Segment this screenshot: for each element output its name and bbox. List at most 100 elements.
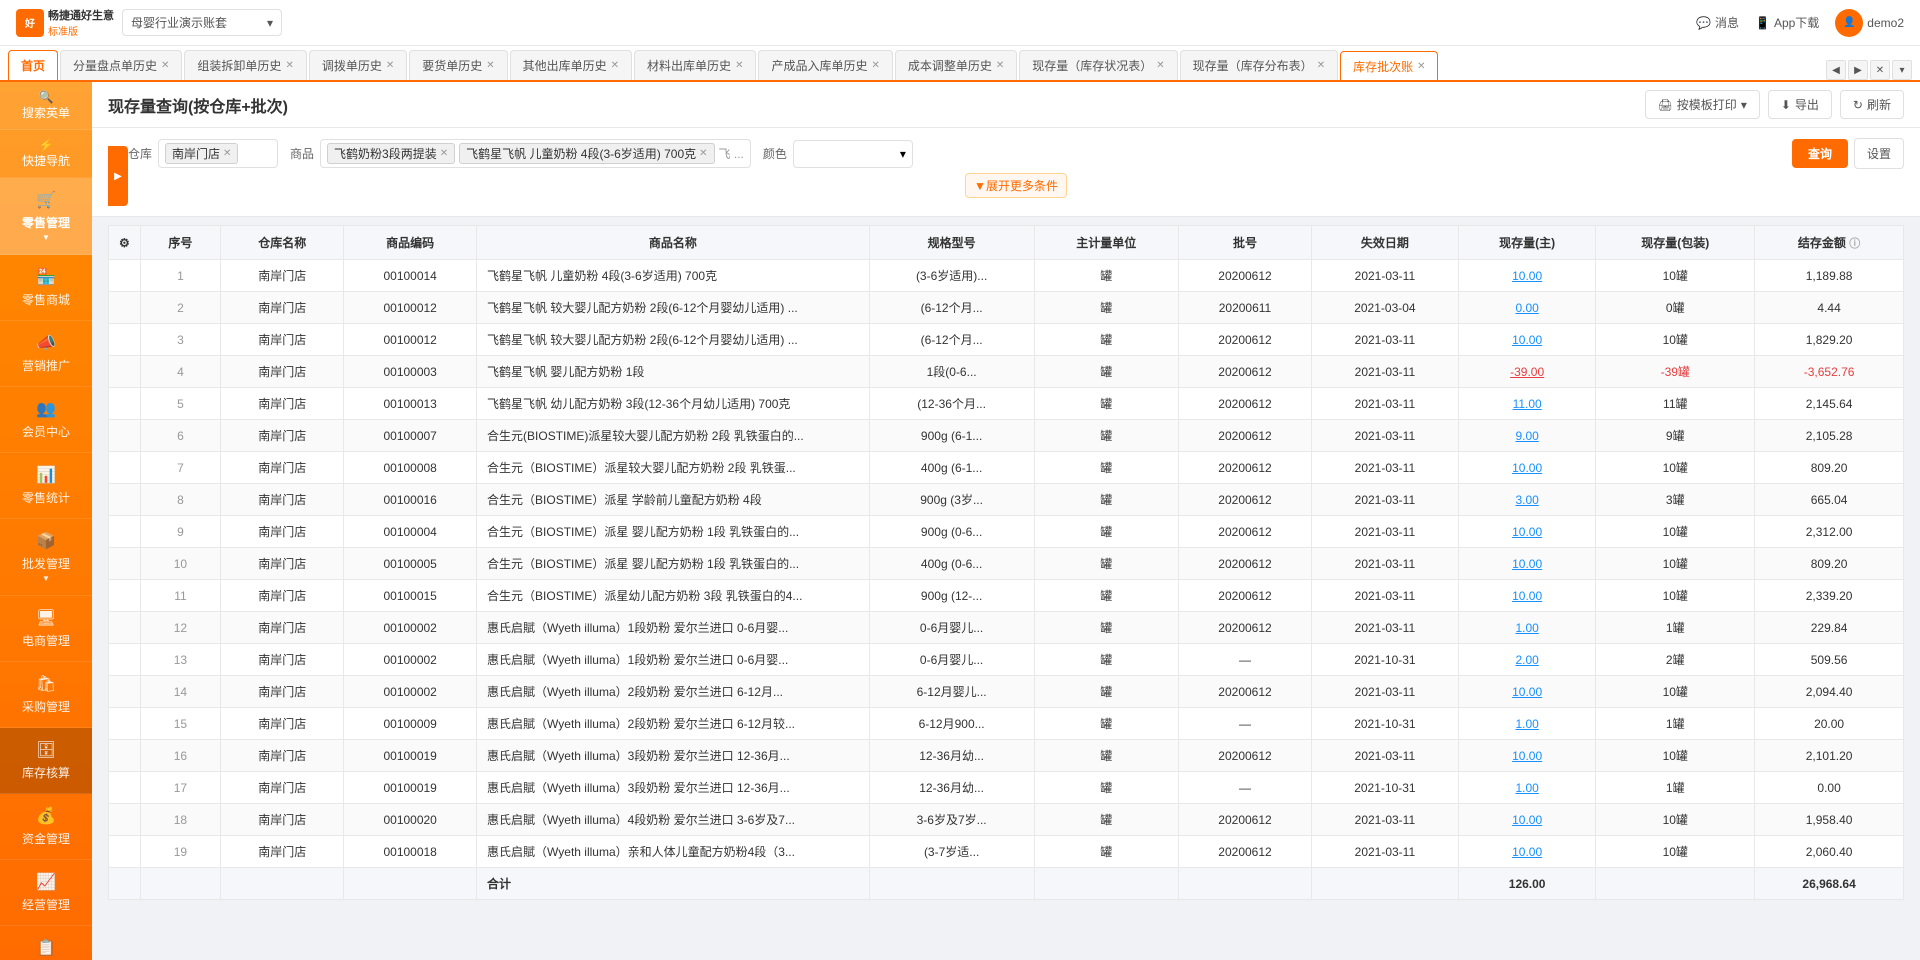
tab-partial-inventory[interactable]: 分量盘点单历史 ✕ [60,50,182,80]
footer-empty-7 [1179,868,1312,900]
tab-requisition[interactable]: 要货单历史 ✕ [409,50,507,80]
tab-close-icon[interactable]: ✕ [611,60,619,71]
industry-selector[interactable]: 母婴行业演示账套 ▾ [122,9,282,36]
cell-batch: — [1179,644,1312,676]
tab-product-in[interactable]: 产成品入库单历史 ✕ [758,50,892,80]
cell-stock-main[interactable]: 2.00 [1458,644,1595,676]
dropdown-arrow-icon: ▾ [1741,98,1747,112]
tab-close-all-btn[interactable]: ✕ [1870,60,1890,80]
sidebar-item-retail-stats[interactable]: 📊 零售统计 [0,453,92,519]
user-profile-btn[interactable]: 👤 demo2 [1835,9,1904,37]
cell-warehouse: 南岸门店 [221,644,344,676]
app-download-btn[interactable]: 📱 App下载 [1755,14,1819,31]
cell-stock-main[interactable]: 3.00 [1458,484,1595,516]
sidebar-item-ecommerce[interactable]: 🖥 电商管理 [0,596,92,662]
tab-inventory-dist[interactable]: 现存量（库存分布表） ✕ [1180,50,1338,80]
tab-close-icon[interactable]: ✕ [161,60,169,71]
tab-inventory-status[interactable]: 现存量（库存状况表） ✕ [1019,50,1177,80]
cell-stock-main[interactable]: 0.00 [1458,292,1595,324]
tab-menu-btn[interactable]: ▾ [1892,60,1912,80]
cell-code: 00100004 [344,516,477,548]
sidebar-item-marketing[interactable]: 📣 营销推广 [0,321,92,387]
cell-stock-main[interactable]: 9.00 [1458,420,1595,452]
cell-expire: 2021-03-11 [1311,388,1458,420]
cell-stock-main[interactable]: 1.00 [1458,772,1595,804]
filter-expand-sidebar-btn[interactable]: ▶ [108,146,128,206]
cell-code: 00100020 [344,804,477,836]
sidebar-item-inventory[interactable]: 🗄 库存核算 [0,728,92,794]
cell-num: 15 [140,708,220,740]
tab-disassemble[interactable]: 组装拆卸单历史 ✕ [184,50,306,80]
message-btn[interactable]: 💬 消息 [1696,14,1739,31]
product-filter: 商品 飞鹤奶粉3段两提装 ✕ 飞鹤星飞帆 儿童奶粉 4段(3-6岁适用) 700… [290,139,751,168]
cell-settings [109,420,141,452]
tab-close-icon[interactable]: ✕ [486,60,494,71]
tab-batch-account[interactable]: 库存批次账 ✕ [1340,51,1438,81]
tag-close-icon[interactable]: ✕ [699,148,707,159]
sidebar-item-wholesale[interactable]: 📦 批发管理 ▼ [0,519,92,596]
cell-balance: 2,339.20 [1755,580,1904,612]
cell-code: 00100012 [344,292,477,324]
cell-stock-main[interactable]: 10.00 [1458,676,1595,708]
color-select[interactable]: ▾ [793,140,913,168]
cell-balance: 2,060.40 [1755,836,1904,868]
export-btn[interactable]: ⬇ 导出 [1768,90,1832,119]
tab-close-icon[interactable]: ✕ [1417,61,1425,72]
refresh-btn[interactable]: ↻ 刷新 [1840,90,1904,119]
sidebar-search[interactable]: 🔍 搜索英单 [0,82,92,130]
product-tag-container[interactable]: 飞鹤奶粉3段两提装 ✕ 飞鹤星飞帆 儿童奶粉 4段(3-6岁适用) 700克 ✕… [320,139,751,168]
sidebar-item-finance[interactable]: 💰 资金管理 [0,794,92,860]
cell-balance: 1,189.88 [1755,260,1904,292]
setting-btn[interactable]: 设置 [1854,138,1904,169]
inventory-icon: 🗄 [36,740,56,760]
tab-close-icon[interactable]: ✕ [871,60,879,71]
expand-more-btn[interactable]: ▼ 展开更多条件 [965,173,1067,198]
tab-close-icon[interactable]: ✕ [1317,60,1325,71]
sidebar-item-basic[interactable]: 📋 基础信息 [0,926,92,960]
tag-close-icon[interactable]: ✕ [223,148,231,159]
col-settings[interactable]: ⚙ [109,226,141,260]
search-btn[interactable]: 查询 [1792,139,1848,168]
tab-close-icon[interactable]: ✕ [386,60,394,71]
cell-stock-main[interactable]: 1.00 [1458,708,1595,740]
sidebar-item-member[interactable]: 👥 会员中心 [0,387,92,453]
tab-material-out[interactable]: 材料出库单历史 ✕ [634,50,756,80]
tag-close-icon[interactable]: ✕ [440,148,448,159]
cell-name: 惠氏启賦（Wyeth illuma）1段奶粉 爱尔兰进口 0-6月婴... [477,612,870,644]
table-row: 1 南岸门店 00100014 飞鹤星飞帆 儿童奶粉 4段(3-6岁适用) 70… [109,260,1904,292]
tab-close-icon[interactable]: ✕ [1156,60,1164,71]
tab-close-icon[interactable]: ✕ [285,60,293,71]
sidebar-item-retail[interactable]: 🛒 零售管理 ▼ [0,178,92,255]
sidebar-quick-nav[interactable]: ⚡ 快捷导航 [0,130,92,178]
cell-stock-main[interactable]: 11.00 [1458,388,1595,420]
cell-stock-main[interactable]: 10.00 [1458,324,1595,356]
cell-stock-main[interactable]: 10.00 [1458,740,1595,772]
col-spec: 规格型号 [869,226,1034,260]
tab-picking[interactable]: 调拨单历史 ✕ [309,50,407,80]
tab-scroll-right-btn[interactable]: ▶ [1848,60,1868,80]
cell-stock-main[interactable]: 10.00 [1458,836,1595,868]
info-icon[interactable]: ⓘ [1849,238,1860,250]
tab-cost-adjust[interactable]: 成本调整单历史 ✕ [895,50,1017,80]
sidebar-item-operations[interactable]: 📈 经营管理 [0,860,92,926]
cell-expire: 2021-03-11 [1311,580,1458,612]
cell-stock-main[interactable]: 10.00 [1458,452,1595,484]
cell-stock-pkg: 10罐 [1596,836,1755,868]
sidebar-item-purchase[interactable]: 🛍 采购管理 [0,662,92,728]
tab-close-icon[interactable]: ✕ [996,60,1004,71]
cell-stock-main[interactable]: -39.00 [1458,356,1595,388]
cell-stock-main[interactable]: 10.00 [1458,516,1595,548]
cell-stock-main[interactable]: 10.00 [1458,804,1595,836]
cell-stock-main[interactable]: 10.00 [1458,260,1595,292]
cell-stock-main[interactable]: 10.00 [1458,580,1595,612]
template-print-btn[interactable]: 🖨 按模板打印 ▾ [1645,90,1760,119]
tab-other-out[interactable]: 其他出库单历史 ✕ [510,50,632,80]
cell-name: 合生元（BIOSTIME）派星 学龄前儿童配方奶粉 4段 [477,484,870,516]
warehouse-tag-container[interactable]: 南岸门店 ✕ [158,139,278,168]
cell-stock-main[interactable]: 1.00 [1458,612,1595,644]
tab-home[interactable]: 首页 [8,50,58,80]
tab-scroll-left-btn[interactable]: ◀ [1826,60,1846,80]
tab-close-icon[interactable]: ✕ [735,60,743,71]
sidebar-item-retail-shop[interactable]: 🏪 零售商城 [0,255,92,321]
cell-stock-main[interactable]: 10.00 [1458,548,1595,580]
